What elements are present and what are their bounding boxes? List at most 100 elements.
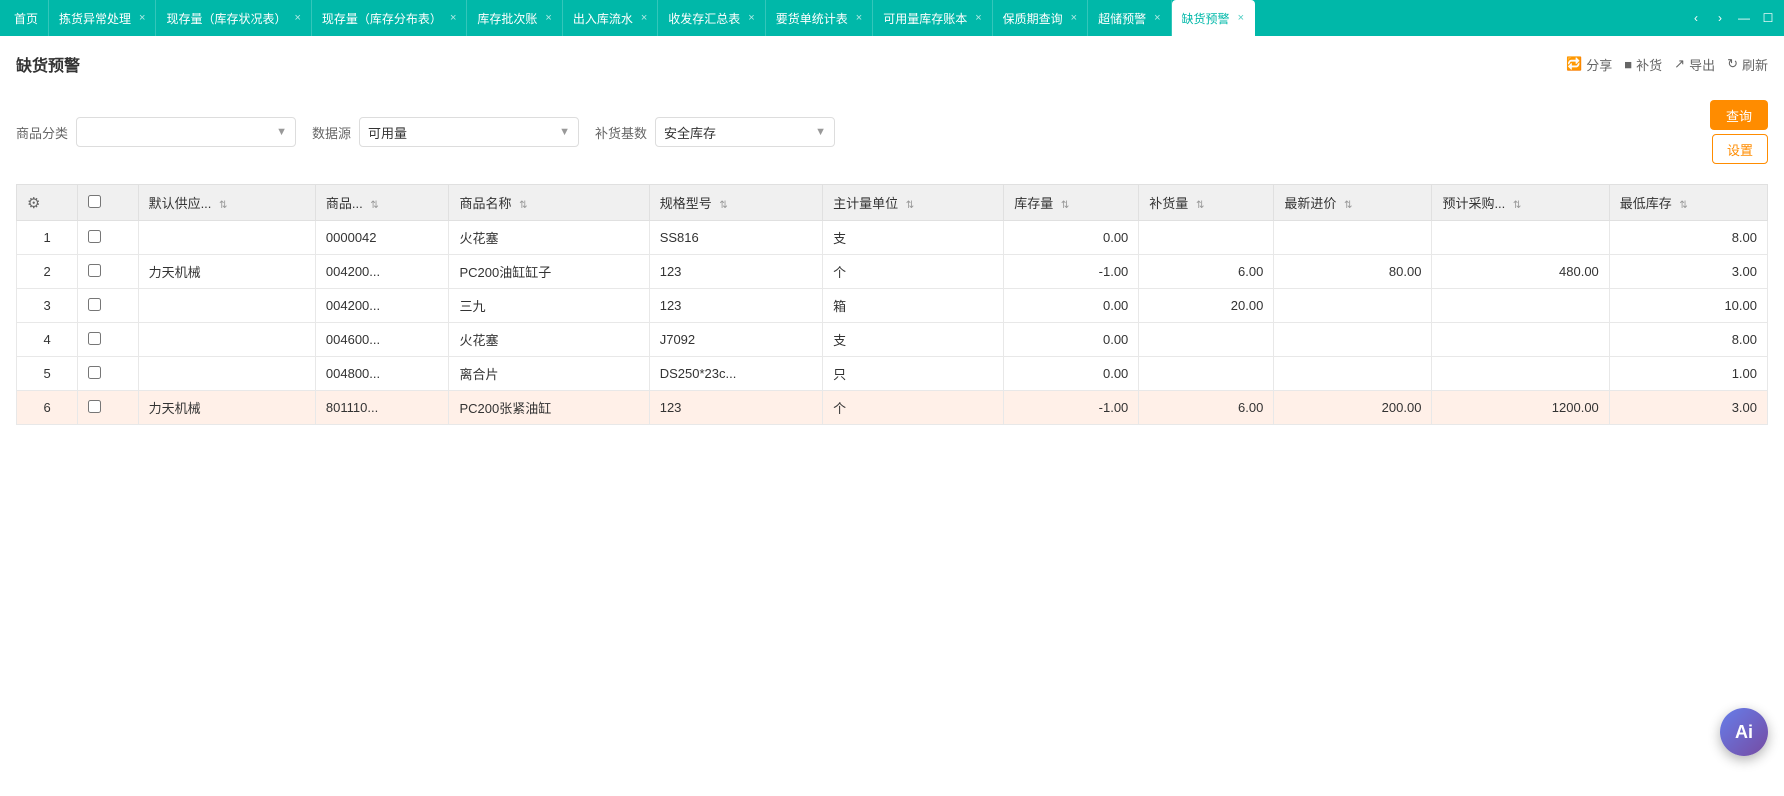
col-product-code[interactable]: 商品... ⇅ <box>315 185 449 221</box>
tab-bar: 首页 拣货异常处理 × 现存量（库存状况表） × 现存量（库存分布表） × 库存… <box>0 0 1784 36</box>
row-estimated-purchase <box>1432 323 1609 357</box>
row-checkbox[interactable] <box>88 264 101 277</box>
row-checkbox[interactable] <box>88 366 101 379</box>
row-unit: 箱 <box>823 289 1004 323</box>
row-spec: J7092 <box>649 323 822 357</box>
tab-requisition[interactable]: 要货单统计表 × <box>766 0 873 36</box>
col-product-name[interactable]: 商品名称 ⇅ <box>449 185 649 221</box>
tab-summary[interactable]: 收发存汇总表 × <box>658 0 765 36</box>
tab-close-icon[interactable]: × <box>450 12 456 24</box>
table-row: 6 力天机械 801110... PC200张紧油缸 123 个 -1.00 6… <box>17 391 1768 425</box>
tab-close-icon[interactable]: × <box>856 12 862 24</box>
settings-button[interactable]: 设置 <box>1712 134 1768 164</box>
col-latest-price[interactable]: 最新进价 ⇅ <box>1274 185 1432 221</box>
tab-minimize-button[interactable]: ― <box>1732 11 1756 25</box>
row-latest-price <box>1274 289 1432 323</box>
page-title: 缺货预警 <box>16 52 80 76</box>
tab-current-stock-distribution[interactable]: 现存量（库存分布表） × <box>312 0 467 36</box>
col-settings[interactable]: ⚙ <box>17 185 78 221</box>
col-min-stock[interactable]: 最低库存 ⇅ <box>1609 185 1767 221</box>
tab-close-icon[interactable]: × <box>139 12 145 24</box>
row-min-stock: 8.00 <box>1609 323 1767 357</box>
row-spec: SS816 <box>649 221 822 255</box>
tab-overstock[interactable]: 超储预警 × <box>1088 0 1171 36</box>
refresh-button[interactable]: ↻ 刷新 <box>1727 55 1768 74</box>
tab-close-icon[interactable]: × <box>975 12 981 24</box>
row-estimated-purchase: 480.00 <box>1432 255 1609 289</box>
tab-close-icon[interactable]: × <box>545 12 551 24</box>
row-estimated-purchase <box>1432 221 1609 255</box>
row-replenish-qty: 20.00 <box>1139 289 1274 323</box>
row-checkbox[interactable] <box>88 332 101 345</box>
tab-flow[interactable]: 出入库流水 × <box>563 0 658 36</box>
datasource-select[interactable]: 可用量 ▼ <box>359 117 579 147</box>
row-spec: DS250*23c... <box>649 357 822 391</box>
header-actions: 🔁 分享 ■ 补货 ↗ 导出 ↻ 刷新 <box>1566 55 1768 74</box>
row-spec: 123 <box>649 289 822 323</box>
col-price-label: 最新进价 <box>1284 196 1336 211</box>
col-replenish-qty[interactable]: 补货量 ⇅ <box>1139 185 1274 221</box>
col-default-supplier[interactable]: 默认供应... ⇅ <box>138 185 315 221</box>
tab-shortage-warning[interactable]: 缺货预警 × <box>1172 0 1255 36</box>
row-replenish-qty <box>1139 357 1274 391</box>
gear-icon[interactable]: ⚙ <box>27 195 40 212</box>
chevron-down-icon: ▼ <box>276 126 287 138</box>
tab-close-icon[interactable]: × <box>1238 12 1244 24</box>
category-filter: 商品分类 ▼ <box>16 117 296 147</box>
row-unit: 个 <box>823 255 1004 289</box>
query-button[interactable]: 查询 <box>1710 100 1768 130</box>
tab-current-stock-status[interactable]: 现存量（库存状况表） × <box>156 0 311 36</box>
row-index: 6 <box>17 391 78 425</box>
select-all-checkbox[interactable] <box>88 195 101 208</box>
row-product-code: 0000042 <box>315 221 449 255</box>
col-spec[interactable]: 规格型号 ⇅ <box>649 185 822 221</box>
category-select[interactable]: ▼ <box>76 117 296 147</box>
replenish-base-select[interactable]: 安全库存 ▼ <box>655 117 835 147</box>
col-stock-qty[interactable]: 库存量 ⇅ <box>1004 185 1139 221</box>
tab-picking-exception[interactable]: 拣货异常处理 × <box>49 0 156 36</box>
col-unit[interactable]: 主计量单位 ⇅ <box>823 185 1004 221</box>
row-checkbox-cell <box>78 255 138 289</box>
tab-inventory-batch[interactable]: 库存批次账 × <box>467 0 562 36</box>
refresh-icon: ↻ <box>1727 56 1738 72</box>
row-index: 3 <box>17 289 78 323</box>
row-supplier <box>138 357 315 391</box>
row-unit: 只 <box>823 357 1004 391</box>
replenish-button[interactable]: ■ 补货 <box>1624 55 1662 74</box>
tab-close-icon[interactable]: × <box>294 12 300 24</box>
ai-badge-button[interactable]: Ai <box>1720 708 1768 756</box>
page-header: 缺货预警 🔁 分享 ■ 补货 ↗ 导出 ↻ 刷新 <box>16 52 1768 76</box>
row-replenish-qty <box>1139 221 1274 255</box>
row-replenish-qty: 6.00 <box>1139 391 1274 425</box>
tab-maximize-button[interactable]: ☐ <box>1756 11 1780 25</box>
data-table: ⚙ 默认供应... ⇅ 商品... ⇅ 商品名称 ⇅ 规格 <box>16 184 1768 425</box>
sort-icon: ⇅ <box>370 200 378 211</box>
table-body: 1 0000042 火花塞 SS816 支 0.00 8.00 2 力天机械 0… <box>17 221 1768 425</box>
share-button[interactable]: 🔁 分享 <box>1566 55 1612 74</box>
row-checkbox[interactable] <box>88 400 101 413</box>
filter-actions: 查询 设置 <box>1710 100 1768 164</box>
table-row: 3 004200... 三九 123 箱 0.00 20.00 10.00 <box>17 289 1768 323</box>
tab-home[interactable]: 首页 <box>4 0 49 36</box>
filter-bar: 商品分类 ▼ 数据源 可用量 ▼ 补货基数 安全库存 ▼ 查询 设置 <box>16 92 1768 172</box>
row-product-name: 火花塞 <box>449 323 649 357</box>
col-min-stock-label: 最低库存 <box>1620 196 1672 211</box>
tab-close-icon[interactable]: × <box>641 12 647 24</box>
tab-nav-actions: ‹ › ― ☐ <box>1684 11 1780 25</box>
row-checkbox[interactable] <box>88 298 101 311</box>
row-checkbox[interactable] <box>88 230 101 243</box>
tab-expiry-query[interactable]: 保质期查询 × <box>993 0 1088 36</box>
row-latest-price: 80.00 <box>1274 255 1432 289</box>
tab-close-icon[interactable]: × <box>1154 12 1160 24</box>
tab-available-ledger[interactable]: 可用量库存账本 × <box>873 0 992 36</box>
tab-prev-button[interactable]: ‹ <box>1684 11 1708 25</box>
col-estimated-label: 预计采购... <box>1442 196 1505 211</box>
row-checkbox-cell <box>78 357 138 391</box>
export-button[interactable]: ↗ 导出 <box>1674 55 1715 74</box>
col-estimated-purchase[interactable]: 预计采购... ⇅ <box>1432 185 1609 221</box>
tab-close-icon[interactable]: × <box>748 12 754 24</box>
tab-next-button[interactable]: › <box>1708 11 1732 25</box>
tab-close-icon[interactable]: × <box>1071 12 1077 24</box>
row-product-code: 801110... <box>315 391 449 425</box>
replenish-icon: ■ <box>1624 57 1632 72</box>
